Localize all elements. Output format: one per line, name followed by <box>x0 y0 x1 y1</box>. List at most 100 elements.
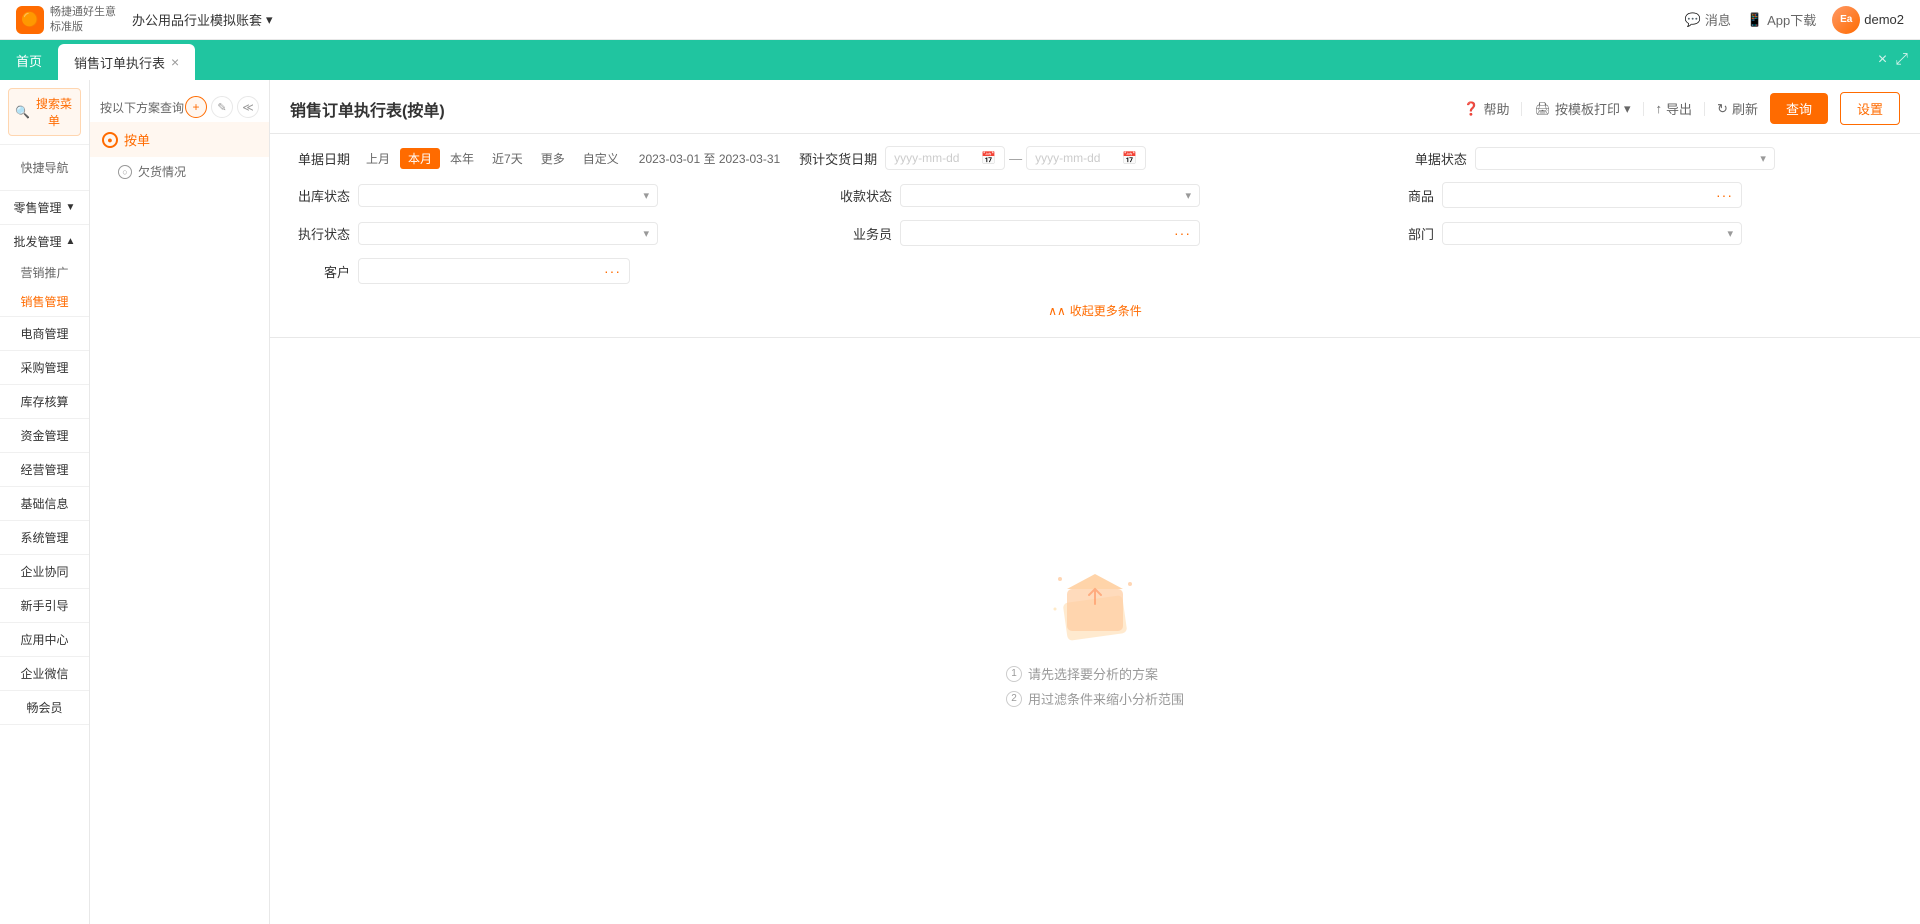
status-label: 单据状态 <box>1407 149 1467 168</box>
message-action[interactable]: 💬 消息 <box>1685 10 1731 29</box>
filter-item-dept: 部门 ▾ <box>1374 222 1900 245</box>
date-separator: — <box>1009 151 1022 166</box>
sidebar-section-retail: 零售管理 ▼ <box>0 191 89 225</box>
sidebar-item-system[interactable]: 系统管理 <box>0 521 89 554</box>
print-btn[interactable]: 🖨 按模板打印 ▾ <box>1534 99 1630 118</box>
payment-select[interactable]: ▾ <box>900 184 1200 207</box>
logo-area: 🟠 畅捷通好生意 标准版 <box>16 5 116 34</box>
home-label: 首页 <box>16 51 42 70</box>
divider-3 <box>1704 102 1705 116</box>
sidebar-section-finance: 资金管理 <box>0 419 89 453</box>
query-btn[interactable]: 查询 <box>1770 93 1828 124</box>
expected-date-to-placeholder: yyyy-mm-dd <box>1035 151 1100 165</box>
goods-select[interactable]: ··· <box>1442 182 1742 208</box>
refresh-icon: ↻ <box>1717 101 1728 117</box>
settings-btn[interactable]: 设置 <box>1840 92 1900 125</box>
empty-tip-1: 1 请先选择要分析的方案 <box>1006 664 1184 683</box>
collapse-more-btn[interactable]: ∧∧ 收起更多条件 <box>290 296 1900 325</box>
sidebar-section-retail-header[interactable]: 零售管理 ▼ <box>0 191 89 224</box>
filter-item-date: 单据日期 上月 本月 本年 <box>290 148 783 169</box>
divider-2 <box>1643 102 1644 116</box>
shortcut-this-year[interactable]: 本年 <box>442 148 482 169</box>
date-range-expected: yyyy-mm-dd 📅 — yyyy-mm-dd 📅 <box>885 146 1146 170</box>
filter-item-delivery: 出库状态 ▾ <box>290 184 816 207</box>
tip-text-1: 请先选择要分析的方案 <box>1028 664 1158 683</box>
sidebar-item-member[interactable]: 畅会员 <box>0 691 89 724</box>
tip-num-2: 2 <box>1006 691 1022 707</box>
sidebar-item-wechat[interactable]: 企业微信 <box>0 657 89 690</box>
filter-item-exec: 执行状态 ▾ <box>290 222 816 245</box>
calendar-icon-from: 📅 <box>981 151 996 165</box>
dept-arrow: ▾ <box>1727 227 1733 240</box>
filter-item-payment: 收款状态 ▾ <box>832 184 1358 207</box>
sidebar-search-btn[interactable]: 🔍 搜索菜单 <box>8 88 81 136</box>
sidebar-item-collab[interactable]: 企业协同 <box>0 555 89 588</box>
company-name: 办公用品行业模拟账套 <box>132 10 262 29</box>
sidebar-item-basic[interactable]: 基础信息 <box>0 487 89 520</box>
tip-num-1: 1 <box>1006 666 1022 682</box>
export-btn[interactable]: ↑ 导出 <box>1656 99 1693 118</box>
date-range-text: 2023-03-01 至 2023-03-31 <box>639 150 780 167</box>
company-selector[interactable]: 办公用品行业模拟账套 ▾ <box>124 6 281 33</box>
sidebar-item-quick-nav[interactable]: 快捷导航 <box>0 153 89 182</box>
status-select[interactable]: ▾ <box>1475 147 1775 170</box>
app-download-action[interactable]: 📱 App下载 <box>1747 10 1816 29</box>
shortcut-this-month[interactable]: 本月 <box>400 148 440 169</box>
sidebar-item-finance[interactable]: 资金管理 <box>0 419 89 452</box>
shortcut-more[interactable]: 更多 <box>533 148 573 169</box>
sidebar-item-newbie[interactable]: 新手引导 <box>0 589 89 622</box>
window-close-btn[interactable]: × <box>1878 51 1887 69</box>
sidebar-section-wholesale-header[interactable]: 批发管理 ▲ <box>0 225 89 258</box>
scheme-item-by-order[interactable]: ● 按单 <box>90 122 269 157</box>
user-name[interactable]: demo2 <box>1864 12 1904 27</box>
shortcut-last-7-days[interactable]: 近7天 <box>484 148 531 169</box>
empty-tips: 1 请先选择要分析的方案 2 用过滤条件来缩小分析范围 <box>1006 664 1184 708</box>
tab-bar-actions: × ⤢ <box>1878 40 1920 80</box>
tip-text-2: 用过滤条件来缩小分析范围 <box>1028 689 1184 708</box>
customer-select[interactable]: ··· <box>358 258 630 284</box>
filter-item-customer: 客户 ··· <box>290 258 630 284</box>
scheme-sub-item-shortage[interactable]: ○ 欠货情况 <box>90 157 269 186</box>
sidebar-item-operation[interactable]: 经营管理 <box>0 453 89 486</box>
sidebar-item-ecommerce[interactable]: 电商管理 <box>0 317 89 350</box>
add-scheme-btn[interactable]: + <box>185 96 207 118</box>
status-select-arrow: ▾ <box>1760 152 1766 165</box>
help-btn[interactable]: ❓ 帮助 <box>1463 99 1509 118</box>
main-layout: 🔍 搜索菜单 快捷导航 零售管理 ▼ 批发管理 ▲ 营销推广 销售管理 <box>0 80 1920 924</box>
sidebar-item-sales[interactable]: 销售管理 <box>0 287 89 316</box>
salesperson-label: 业务员 <box>832 224 892 243</box>
filter-item-status: 单据状态 ▾ <box>1407 147 1900 170</box>
user-area[interactable]: Ea demo2 <box>1832 6 1904 34</box>
left-panel: 按以下方案查询 + ✎ ≪ ● 按单 <box>90 80 270 924</box>
date-shortcuts: 上月 本月 本年 近7天 <box>358 148 627 169</box>
filter-item-salesperson: 业务员 ··· <box>832 220 1358 246</box>
message-icon: 💬 <box>1685 12 1701 28</box>
tab-sales-order[interactable]: 销售订单执行表 × <box>58 44 195 80</box>
window-expand-btn[interactable]: ⤢ <box>1895 51 1908 69</box>
avatar: Ea <box>1832 6 1860 34</box>
sidebar-section-newbie: 新手引导 <box>0 589 89 623</box>
print-icon: 🖨 <box>1534 101 1551 117</box>
delivery-arrow: ▾ <box>643 189 649 202</box>
exec-select[interactable]: ▾ <box>358 222 658 245</box>
retail-expand-icon: ▼ <box>66 202 76 213</box>
collapse-arrow-icon: ∧∧ <box>1048 304 1066 318</box>
shortcut-custom[interactable]: 自定义 <box>575 148 627 169</box>
collapse-container: ∧∧ 收起更多条件 <box>290 296 1900 325</box>
collapse-panel-btn[interactable]: ≪ <box>237 96 259 118</box>
sidebar-item-purchase[interactable]: 采购管理 <box>0 351 89 384</box>
tab-close-icon[interactable]: × <box>171 54 179 70</box>
refresh-btn[interactable]: ↻ 刷新 <box>1717 99 1758 118</box>
delivery-select[interactable]: ▾ <box>358 184 658 207</box>
expected-date-from[interactable]: yyyy-mm-dd 📅 <box>885 146 1005 170</box>
sidebar-item-marketing[interactable]: 营销推广 <box>0 258 89 287</box>
salesperson-select[interactable]: ··· <box>900 220 1200 246</box>
tab-home[interactable]: 首页 <box>0 40 58 80</box>
sidebar-item-inventory[interactable]: 库存核算 <box>0 385 89 418</box>
sidebar-section-wechat: 企业微信 <box>0 657 89 691</box>
edit-scheme-btn[interactable]: ✎ <box>211 96 233 118</box>
dept-select[interactable]: ▾ <box>1442 222 1742 245</box>
sidebar-item-appstore[interactable]: 应用中心 <box>0 623 89 656</box>
expected-date-to[interactable]: yyyy-mm-dd 📅 <box>1026 146 1146 170</box>
shortcut-last-month[interactable]: 上月 <box>358 148 398 169</box>
